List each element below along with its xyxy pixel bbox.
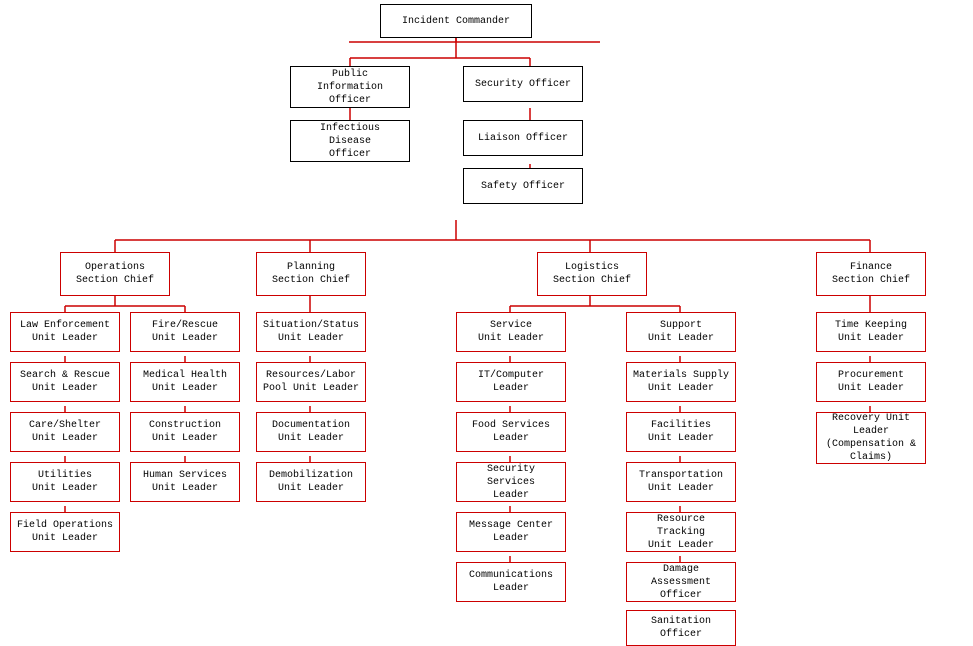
sanitation-box: Sanitation Officer	[626, 610, 736, 646]
service-unit-label: Service Unit Leader	[478, 319, 544, 345]
safety-officer-label: Safety Officer	[481, 180, 565, 193]
resources-labor-box: Resources/Labor Pool Unit Leader	[256, 362, 366, 402]
materials-supply-box: Materials Supply Unit Leader	[626, 362, 736, 402]
resource-tracking-label: Resource Tracking Unit Leader	[632, 513, 730, 552]
law-enforcement-box: Law Enforcement Unit Leader	[10, 312, 120, 352]
field-ops-box: Field Operations Unit Leader	[10, 512, 120, 552]
fire-rescue-label: Fire/Rescue Unit Leader	[152, 319, 218, 345]
security-services-box: Security Services Leader	[456, 462, 566, 502]
support-unit-label: Support Unit Leader	[648, 319, 714, 345]
message-center-box: Message Center Leader	[456, 512, 566, 552]
finance-chief-label: Finance Section Chief	[832, 261, 910, 287]
support-unit-box: Support Unit Leader	[626, 312, 736, 352]
care-shelter-box: Care/Shelter Unit Leader	[10, 412, 120, 452]
communications-label: Communications Leader	[469, 569, 553, 595]
sanitation-label: Sanitation Officer	[651, 615, 711, 641]
damage-assessment-label: Damage Assessment Officer	[632, 563, 730, 602]
documentation-label: Documentation Unit Leader	[272, 419, 350, 445]
infectious-disease-label: Infectious Disease Officer	[296, 122, 404, 161]
time-keeping-box: Time Keeping Unit Leader	[816, 312, 926, 352]
pio-label: Public Information Officer	[296, 68, 404, 107]
materials-supply-label: Materials Supply Unit Leader	[633, 369, 729, 395]
situation-status-label: Situation/Status Unit Leader	[263, 319, 359, 345]
recovery-unit-label: Recovery Unit Leader (Compensation & Cla…	[822, 412, 920, 464]
medical-health-box: Medical Health Unit Leader	[130, 362, 240, 402]
utilities-label: Utilities Unit Leader	[32, 469, 98, 495]
fire-rescue-box: Fire/Rescue Unit Leader	[130, 312, 240, 352]
security-officer-label: Security Officer	[475, 78, 571, 91]
security-services-label: Security Services Leader	[462, 463, 560, 502]
search-rescue-box: Search & Rescue Unit Leader	[10, 362, 120, 402]
planning-chief-label: Planning Section Chief	[272, 261, 350, 287]
ops-chief-label: Operations Section Chief	[76, 261, 154, 287]
service-unit-box: Service Unit Leader	[456, 312, 566, 352]
demobilization-box: Demobilization Unit Leader	[256, 462, 366, 502]
time-keeping-label: Time Keeping Unit Leader	[835, 319, 907, 345]
search-rescue-label: Search & Rescue Unit Leader	[20, 369, 110, 395]
safety-officer-box: Safety Officer	[463, 168, 583, 204]
human-services-box: Human Services Unit Leader	[130, 462, 240, 502]
field-ops-label: Field Operations Unit Leader	[17, 519, 113, 545]
liaison-officer-box: Liaison Officer	[463, 120, 583, 156]
construction-box: Construction Unit Leader	[130, 412, 240, 452]
ops-chief-box: Operations Section Chief	[60, 252, 170, 296]
procurement-label: Procurement Unit Leader	[838, 369, 904, 395]
ic-label: Incident Commander	[402, 15, 510, 28]
resources-labor-label: Resources/Labor Pool Unit Leader	[263, 369, 359, 395]
transportation-box: Transportation Unit Leader	[626, 462, 736, 502]
construction-label: Construction Unit Leader	[149, 419, 221, 445]
communications-box: Communications Leader	[456, 562, 566, 602]
message-center-label: Message Center Leader	[469, 519, 553, 545]
it-computer-label: IT/Computer Leader	[478, 369, 544, 395]
medical-health-label: Medical Health Unit Leader	[143, 369, 227, 395]
finance-chief-box: Finance Section Chief	[816, 252, 926, 296]
facilities-box: Facilities Unit Leader	[626, 412, 736, 452]
planning-chief-box: Planning Section Chief	[256, 252, 366, 296]
logistics-chief-label: Logistics Section Chief	[553, 261, 631, 287]
infectious-disease-box: Infectious Disease Officer	[290, 120, 410, 162]
documentation-box: Documentation Unit Leader	[256, 412, 366, 452]
recovery-unit-box: Recovery Unit Leader (Compensation & Cla…	[816, 412, 926, 464]
incident-commander-box: Incident Commander	[380, 4, 532, 38]
security-officer-box: Security Officer	[463, 66, 583, 102]
transportation-label: Transportation Unit Leader	[639, 469, 723, 495]
public-info-box: Public Information Officer	[290, 66, 410, 108]
situation-status-box: Situation/Status Unit Leader	[256, 312, 366, 352]
facilities-label: Facilities Unit Leader	[648, 419, 714, 445]
logistics-chief-box: Logistics Section Chief	[537, 252, 647, 296]
damage-assessment-box: Damage Assessment Officer	[626, 562, 736, 602]
utilities-box: Utilities Unit Leader	[10, 462, 120, 502]
procurement-box: Procurement Unit Leader	[816, 362, 926, 402]
food-services-label: Food Services Leader	[472, 419, 550, 445]
it-computer-box: IT/Computer Leader	[456, 362, 566, 402]
human-services-label: Human Services Unit Leader	[143, 469, 227, 495]
liaison-officer-label: Liaison Officer	[478, 132, 568, 145]
demobilization-label: Demobilization Unit Leader	[269, 469, 353, 495]
resource-tracking-box: Resource Tracking Unit Leader	[626, 512, 736, 552]
care-shelter-label: Care/Shelter Unit Leader	[29, 419, 101, 445]
law-enforcement-label: Law Enforcement Unit Leader	[20, 319, 110, 345]
food-services-box: Food Services Leader	[456, 412, 566, 452]
